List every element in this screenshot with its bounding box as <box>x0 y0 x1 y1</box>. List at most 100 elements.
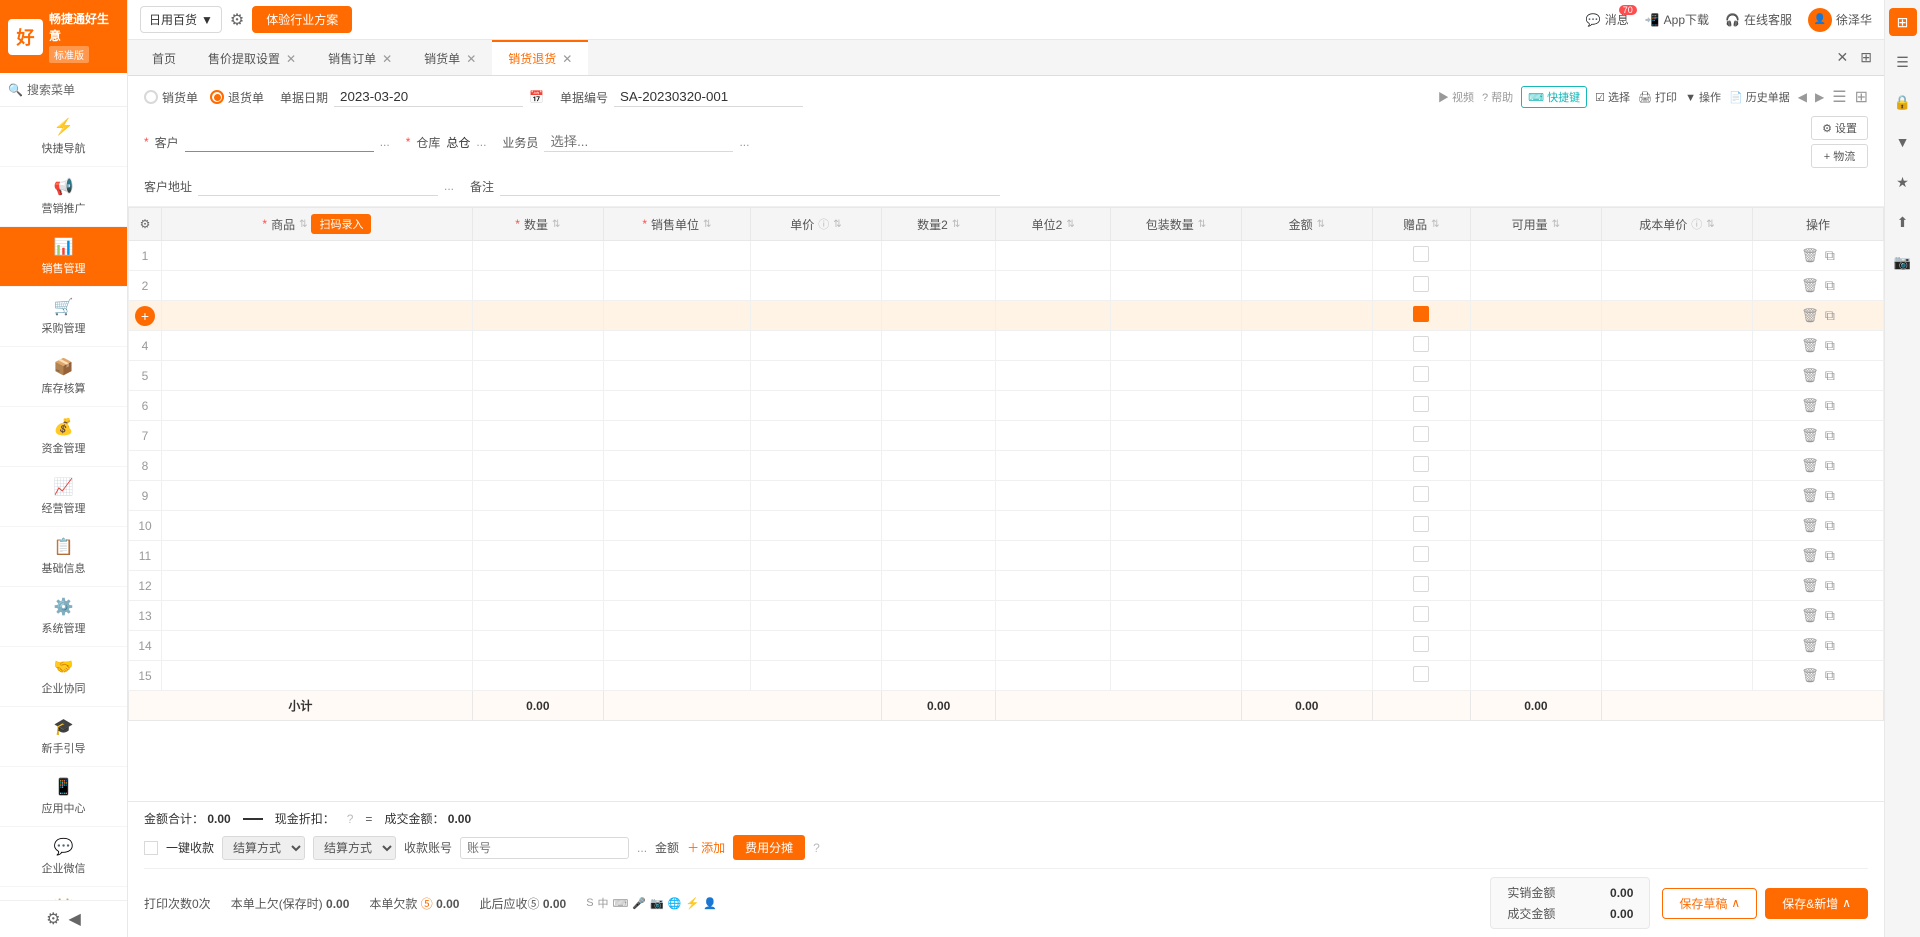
row-qty2-1[interactable] <box>881 241 996 271</box>
row-qty2-14[interactable] <box>881 631 996 661</box>
row-qty-4[interactable] <box>472 331 603 361</box>
row-price-11[interactable] <box>751 541 882 571</box>
nav-next-icon[interactable]: ▶ <box>1815 90 1824 104</box>
row-qty2-5[interactable] <box>881 361 996 391</box>
warehouse-dots-btn[interactable]: ... <box>476 135 486 149</box>
col-cost-info[interactable]: ⓘ <box>1691 216 1702 232</box>
row-price-3[interactable] <box>751 301 882 331</box>
row-amount-14[interactable] <box>1241 631 1372 661</box>
row-unit-3[interactable] <box>603 301 750 331</box>
row-product-13[interactable] <box>162 601 473 631</box>
sidebar-item-purchase[interactable]: 🛒 采购管理 <box>0 287 127 347</box>
row-qty-7[interactable] <box>472 421 603 451</box>
tab-close-all-btn[interactable]: ✕ <box>1833 45 1853 70</box>
tab-sales-return[interactable]: 销货退货 ✕ <box>492 40 588 75</box>
row-unit-15[interactable] <box>603 661 750 691</box>
row-pack-qty-12[interactable] <box>1110 571 1241 601</box>
add-payment-btn[interactable]: ＋ 添加 <box>687 839 725 856</box>
fee-split-btn[interactable]: 费用分摊 <box>733 835 805 860</box>
row-available-11[interactable] <box>1470 541 1601 571</box>
radio-return[interactable]: 退货单 <box>210 89 264 106</box>
row-available-4[interactable] <box>1470 331 1601 361</box>
delete-icon-12[interactable]: 🗑 <box>1801 577 1819 594</box>
row-qty2-4[interactable] <box>881 331 996 361</box>
tab-sales-delivery[interactable]: 销货单 ✕ <box>408 40 492 75</box>
gift-checkbox-2[interactable] <box>1413 276 1429 292</box>
copy-icon-3[interactable]: ⧉ <box>1825 307 1835 324</box>
row-qty2-8[interactable] <box>881 451 996 481</box>
delete-icon-14[interactable]: 🗑 <box>1801 637 1819 654</box>
row-amount-1[interactable] <box>1241 241 1372 271</box>
row-gift-2[interactable] <box>1372 271 1470 301</box>
sidebar-item-finance[interactable]: 💰 资金管理 <box>0 407 127 467</box>
sidebar-item-operations[interactable]: 📈 经营管理 <box>0 467 127 527</box>
one-key-collect-checkbox[interactable] <box>144 841 158 855</box>
sidebar-item-marketing[interactable]: 📢 营销推广 <box>0 167 127 227</box>
settings-btn[interactable]: ⚙ 设置 <box>1811 116 1868 140</box>
row-unit-10[interactable] <box>603 511 750 541</box>
row-qty2-11[interactable] <box>881 541 996 571</box>
online-service-btn[interactable]: 🎧 在线客服 <box>1725 11 1792 28</box>
gift-checkbox-4[interactable] <box>1413 336 1429 352</box>
col-amount-sort[interactable]: ⇅ <box>1317 219 1325 230</box>
row-product-4[interactable] <box>162 331 473 361</box>
copy-icon-1[interactable]: ⧉ <box>1825 247 1835 264</box>
row-pack-qty-1[interactable] <box>1110 241 1241 271</box>
row-cost-10[interactable] <box>1601 511 1752 541</box>
gift-checkbox-15[interactable] <box>1413 666 1429 682</box>
col-unit-sort[interactable]: ⇅ <box>703 219 711 230</box>
rp-expand-icon[interactable]: ⊞ <box>1889 8 1917 36</box>
row-unit2-13[interactable] <box>996 601 1111 631</box>
rp-star-icon[interactable]: ★ <box>1889 168 1917 196</box>
row-pack-qty-7[interactable] <box>1110 421 1241 451</box>
row-gift-7[interactable] <box>1372 421 1470 451</box>
col-available-sort[interactable]: ⇅ <box>1552 219 1560 230</box>
row-product-10[interactable] <box>162 511 473 541</box>
col-pack-qty-sort[interactable]: ⇅ <box>1198 219 1206 230</box>
remark-input[interactable] <box>500 176 1000 196</box>
history-btn[interactable]: 📄 历史单据 <box>1729 89 1790 105</box>
delete-icon-11[interactable]: 🗑 <box>1801 547 1819 564</box>
delete-icon-2[interactable]: 🗑 <box>1801 277 1819 294</box>
row-qty-11[interactable] <box>472 541 603 571</box>
video-btn[interactable]: ▶ 视频 <box>1438 89 1474 105</box>
col-price-sort[interactable]: ⇅ <box>833 219 841 230</box>
row-available-13[interactable] <box>1470 601 1601 631</box>
account-input[interactable] <box>460 837 629 859</box>
row-unit-6[interactable] <box>603 391 750 421</box>
row-gift-8[interactable] <box>1372 451 1470 481</box>
gift-checkbox-11[interactable] <box>1413 546 1429 562</box>
row-cost-12[interactable] <box>1601 571 1752 601</box>
row-amount-13[interactable] <box>1241 601 1372 631</box>
tab-menu-btn[interactable]: ⊞ <box>1856 45 1876 70</box>
doc-number-input[interactable] <box>614 87 803 107</box>
row-gift-14[interactable] <box>1372 631 1470 661</box>
view-grid-icon[interactable]: ⊞ <box>1855 87 1868 107</box>
row-available-2[interactable] <box>1470 271 1601 301</box>
row-qty-6[interactable] <box>472 391 603 421</box>
help-btn[interactable]: ? 帮助 <box>1482 89 1513 105</box>
row-unit2-9[interactable] <box>996 481 1111 511</box>
row-unit2-5[interactable] <box>996 361 1111 391</box>
rp-lock-icon[interactable]: 🔒 <box>1889 88 1917 116</box>
row-unit2-12[interactable] <box>996 571 1111 601</box>
date-input[interactable] <box>334 87 523 107</box>
row-amount-11[interactable] <box>1241 541 1372 571</box>
row-qty2-2[interactable] <box>881 271 996 301</box>
topbar-settings-icon[interactable]: ⚙ <box>230 10 244 30</box>
sidebar-item-inventory[interactable]: 📦 库存核算 <box>0 347 127 407</box>
row-pack-qty-9[interactable] <box>1110 481 1241 511</box>
row-qty2-10[interactable] <box>881 511 996 541</box>
row-unit-11[interactable] <box>603 541 750 571</box>
copy-icon-13[interactable]: ⧉ <box>1825 607 1835 624</box>
row-unit2-4[interactable] <box>996 331 1111 361</box>
fee-help-icon[interactable]: ? <box>813 841 820 855</box>
gift-checkbox-9[interactable] <box>1413 486 1429 502</box>
row-pack-qty-13[interactable] <box>1110 601 1241 631</box>
delete-icon-4[interactable]: 🗑 <box>1801 337 1819 354</box>
user-profile-btn[interactable]: 👤 徐泽华 <box>1808 8 1872 32</box>
row-pack-qty-4[interactable] <box>1110 331 1241 361</box>
row-unit2-15[interactable] <box>996 661 1111 691</box>
row-pack-qty-5[interactable] <box>1110 361 1241 391</box>
row-pack-qty-6[interactable] <box>1110 391 1241 421</box>
